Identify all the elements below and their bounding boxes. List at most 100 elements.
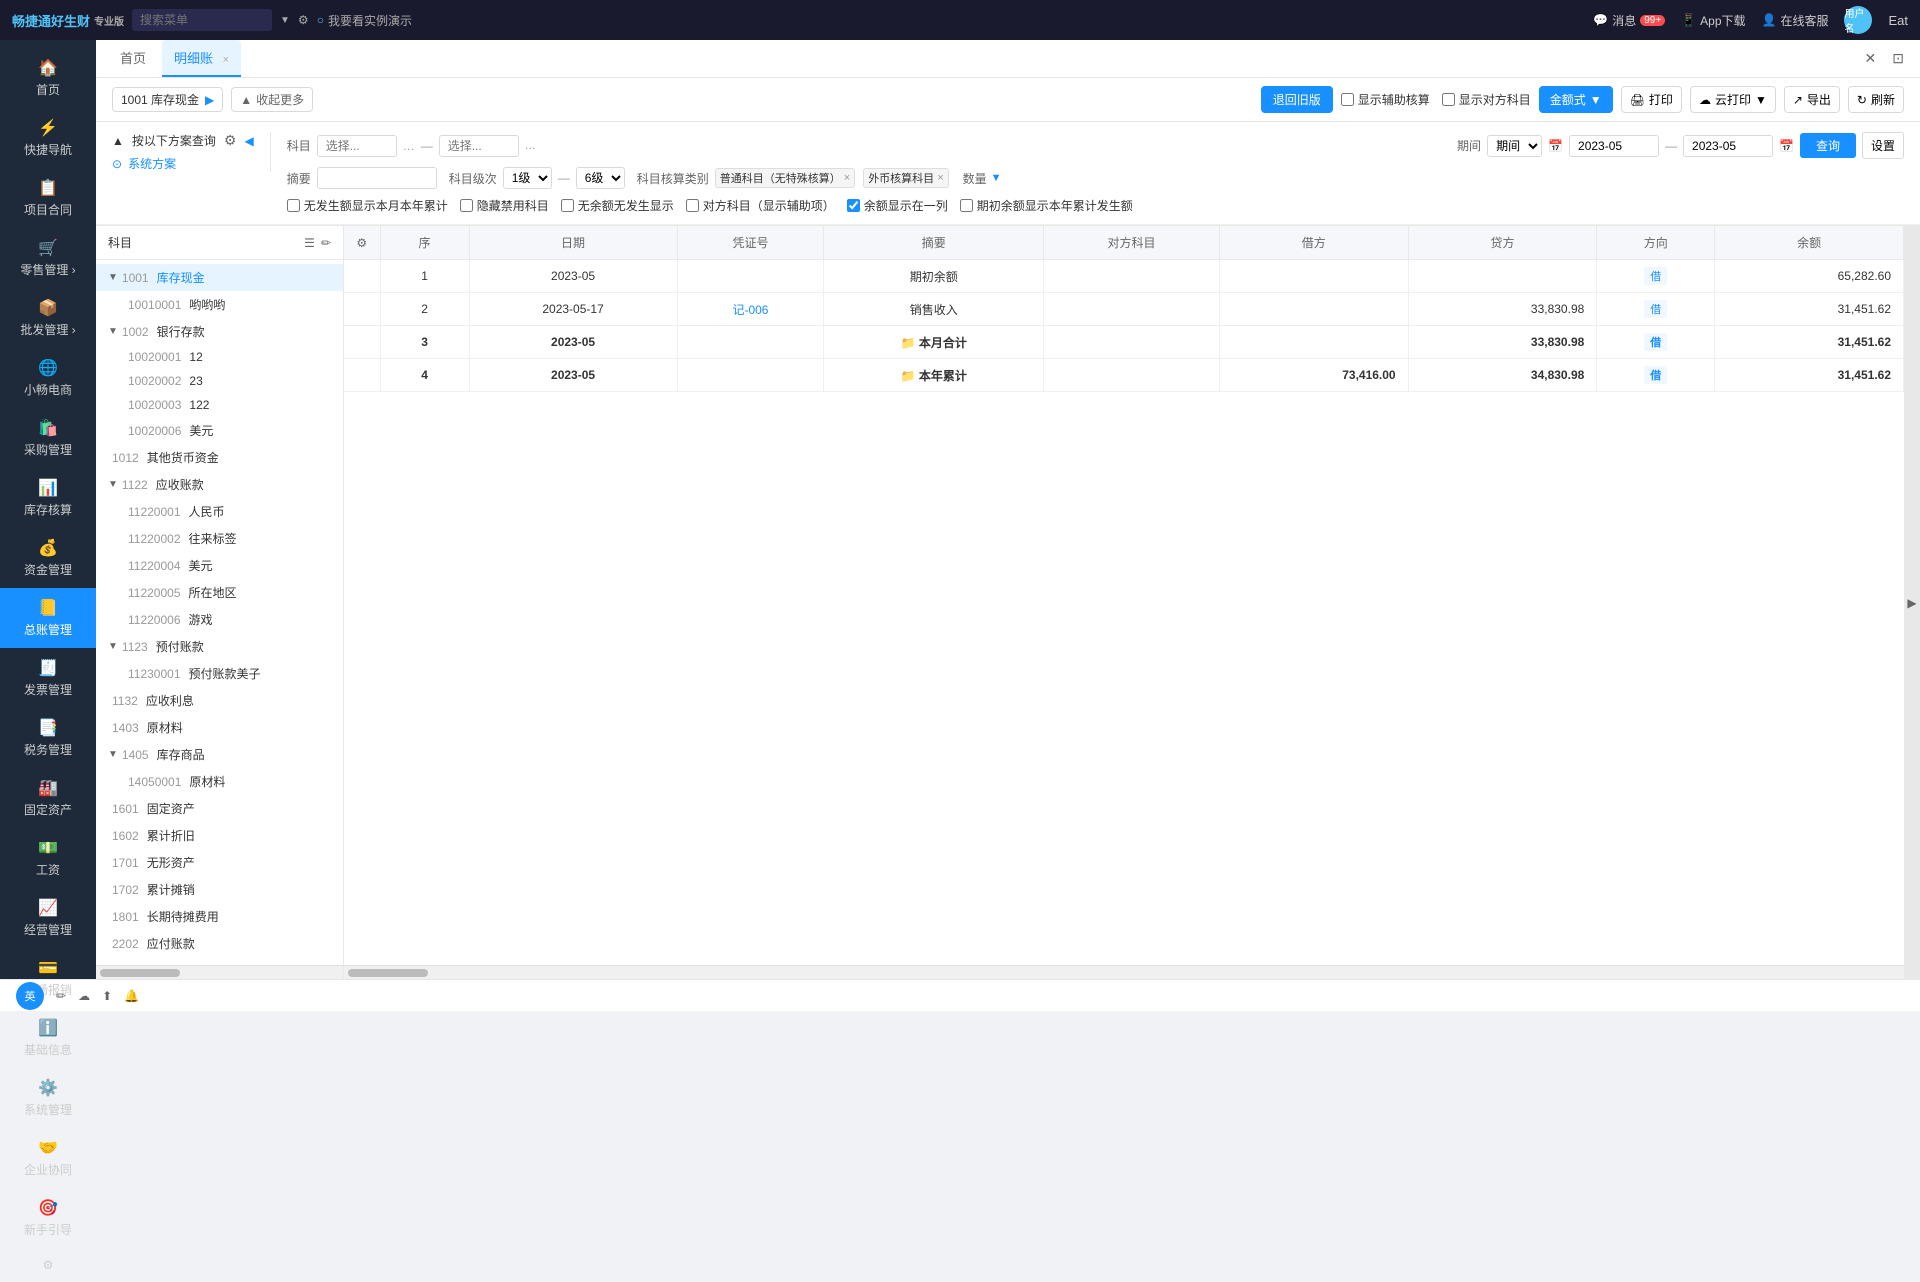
- period-opening-checkbox[interactable]: 期初余额显示本年累计发生额: [960, 197, 1133, 214]
- expand-more-btn[interactable]: ▲ 收起更多: [231, 87, 313, 112]
- sidebar-item-总账管理[interactable]: 📒总账管理: [0, 588, 96, 648]
- period-mode-select[interactable]: 期间: [1487, 135, 1542, 157]
- tree-item-1405[interactable]: ▼ 1405库存商品: [96, 741, 343, 768]
- lang-btn[interactable]: 英: [16, 982, 44, 1010]
- level-start-select[interactable]: 1级: [503, 167, 552, 189]
- tree-item-1602[interactable]: 1602累计折旧: [96, 822, 343, 849]
- search-btn[interactable]: 查询: [1800, 133, 1856, 158]
- tree-item-11220002[interactable]: 11220002往来标签: [96, 525, 343, 552]
- bottom-icon-2[interactable]: ☁: [78, 989, 90, 1003]
- col-settings[interactable]: ⚙: [344, 226, 380, 260]
- filter-settings-btn[interactable]: 设置: [1862, 132, 1904, 159]
- row-voucher[interactable]: 记-006: [677, 293, 824, 326]
- sidebar-item-零售管理[interactable]: 🛒零售管理 ›: [0, 228, 96, 288]
- sidebar-item-库存核算[interactable]: 📊库存核算: [0, 468, 96, 528]
- tab-home[interactable]: 首页: [108, 40, 158, 77]
- voucher-link[interactable]: 记-006: [732, 303, 768, 317]
- tree-item-1122[interactable]: ▼ 1122应收账款: [96, 471, 343, 498]
- sidebar-item-资金管理[interactable]: 💰资金管理: [0, 528, 96, 588]
- sidebar-item-发票管理[interactable]: 🧾发票管理: [0, 648, 96, 708]
- app-download-btn[interactable]: 📱 App下载: [1681, 12, 1745, 29]
- sidebar-item-基础信息[interactable]: ℹ️基础信息: [0, 1008, 96, 1068]
- tree-item-11220006[interactable]: 11220006游戏: [96, 606, 343, 633]
- opposite-subject-checkbox[interactable]: 对方科目（显示辅助项）: [686, 197, 835, 214]
- sidebar-item-系统管理[interactable]: ⚙️系统管理: [0, 1068, 96, 1128]
- tree-item-10020002[interactable]: 1002000223: [96, 369, 343, 393]
- system-plan-item[interactable]: ⊙ 系统方案: [112, 155, 254, 172]
- tree-item-10020003[interactable]: 10020003122: [96, 393, 343, 417]
- quantity-dropdown-icon[interactable]: ▼: [991, 172, 1002, 184]
- show-auxiliary-checkbox[interactable]: 显示辅助核算: [1341, 91, 1430, 108]
- demo-link[interactable]: ○ 我要看实例演示: [317, 12, 412, 29]
- subject-end-input[interactable]: [439, 135, 519, 157]
- query-gear-icon[interactable]: ⚙: [224, 132, 237, 149]
- bottom-icon-1[interactable]: ✏: [56, 989, 66, 1003]
- tree-item-10010001[interactable]: 10010001哟哟哟: [96, 291, 343, 318]
- balance-one-col-checkbox[interactable]: 余额显示在一列: [847, 197, 948, 214]
- tab-detail[interactable]: 明细账 ×: [162, 40, 241, 77]
- back-old-version-btn[interactable]: 退回旧版: [1261, 86, 1333, 113]
- tree-item-11220005[interactable]: 11220005所在地区: [96, 579, 343, 606]
- tree-scrollbar[interactable]: [96, 965, 343, 979]
- tree-item-1403[interactable]: 1403原材料: [96, 714, 343, 741]
- tree-item-11220001[interactable]: 11220001人民币: [96, 498, 343, 525]
- print-btn[interactable]: 🖨 打印: [1621, 86, 1682, 113]
- show-opposite-checkbox[interactable]: 显示对方科目: [1442, 91, 1531, 108]
- tree-item-2202[interactable]: 2202应付账款: [96, 930, 343, 957]
- menu-search-input[interactable]: [132, 9, 272, 31]
- level-end-select[interactable]: 6级: [576, 167, 625, 189]
- sidebar-item-采购管理[interactable]: 🛍️采购管理: [0, 408, 96, 468]
- bottom-icon-4[interactable]: 🔔: [124, 989, 139, 1003]
- tree-item-1002[interactable]: ▼ 1002银行存款: [96, 318, 343, 345]
- right-panel-toggle[interactable]: ▶: [1904, 226, 1920, 979]
- sidebar-item-工资[interactable]: 💵工资: [0, 828, 96, 888]
- sidebar-item-首页[interactable]: 🏠首页: [0, 48, 96, 108]
- category-tag-1-remove[interactable]: ×: [844, 172, 850, 184]
- amount-style-btn[interactable]: 金额式 ▼: [1539, 86, 1613, 113]
- query-collapse-icon[interactable]: ◀: [244, 134, 253, 148]
- tree-item-1001[interactable]: ▼ 1001库存现金: [96, 264, 343, 291]
- sidebar-item-小畅电商[interactable]: 🌐小畅电商: [0, 348, 96, 408]
- bottom-icon-3[interactable]: ⬆: [102, 989, 112, 1003]
- tree-item-10020001[interactable]: 1002000112: [96, 345, 343, 369]
- tab-close-btn[interactable]: ×: [223, 54, 229, 66]
- period-end-input[interactable]: 2023-05: [1683, 135, 1773, 157]
- tree-item-14050001[interactable]: 14050001原材料: [96, 768, 343, 795]
- hide-disabled-checkbox[interactable]: 隐藏禁用科目: [460, 197, 549, 214]
- tree-item-11230001[interactable]: 11230001预付账款美子: [96, 660, 343, 687]
- tree-item-1801[interactable]: 1801长期待摊费用: [96, 903, 343, 930]
- tree-item-1123[interactable]: ▼ 1123预付账款: [96, 633, 343, 660]
- subject-start-input[interactable]: [317, 135, 397, 157]
- sidebar-item-经营管理[interactable]: 📈经营管理: [0, 888, 96, 948]
- sidebar-item-企业协同[interactable]: 🤝企业协同: [0, 1128, 96, 1188]
- tree-item-1601[interactable]: 1601固定资产: [96, 795, 343, 822]
- no-balance-checkbox[interactable]: 无余额无发生显示: [561, 197, 674, 214]
- sidebar-item-快捷导航[interactable]: ⚡快捷导航: [0, 108, 96, 168]
- window-expand-btn[interactable]: ⊡: [1888, 46, 1908, 71]
- window-close-btn[interactable]: ✕: [1861, 46, 1881, 71]
- tree-item-1012[interactable]: 1012其他货币资金: [96, 444, 343, 471]
- sidebar-item-批发管理[interactable]: 📦批发管理 ›: [0, 288, 96, 348]
- table-settings-icon[interactable]: ⚙: [356, 236, 367, 250]
- sidebar-item-固定资产[interactable]: 🏭固定资产: [0, 768, 96, 828]
- cloud-print-btn[interactable]: ☁ 云打印 ▼: [1690, 86, 1776, 113]
- sidebar-item-项目合同[interactable]: 📋项目合同: [0, 168, 96, 228]
- subject-selector[interactable]: 1001 库存现金 ▶: [112, 87, 223, 112]
- period-start-input[interactable]: 2023-05: [1569, 135, 1659, 157]
- summary-input[interactable]: [317, 167, 437, 189]
- user-avatar[interactable]: 用户名: [1844, 6, 1872, 34]
- no-occurrence-checkbox[interactable]: 无发生额显示本月本年累计: [287, 197, 448, 214]
- sidebar-item-税务管理[interactable]: 📑税务管理: [0, 708, 96, 768]
- tree-item-1132[interactable]: 1132应收利息: [96, 687, 343, 714]
- dropdown-arrow-icon[interactable]: ▼: [280, 15, 290, 26]
- online-service-btn[interactable]: 👤 在线客服: [1762, 12, 1829, 29]
- refresh-btn[interactable]: ↻ 刷新: [1848, 86, 1904, 113]
- message-btn[interactable]: 💬 消息 99+: [1593, 12, 1665, 29]
- category-tag-2-remove[interactable]: ×: [937, 172, 943, 184]
- tree-item-1702[interactable]: 1702累计摊销: [96, 876, 343, 903]
- export-btn[interactable]: ↗ 导出: [1784, 86, 1840, 113]
- tree-item-10020006[interactable]: 10020006美元: [96, 417, 343, 444]
- panel-pencil-icon[interactable]: ✏: [321, 236, 331, 250]
- sidebar-settings[interactable]: ⚙: [0, 1248, 96, 1282]
- panel-list-icon[interactable]: ☰: [304, 236, 315, 250]
